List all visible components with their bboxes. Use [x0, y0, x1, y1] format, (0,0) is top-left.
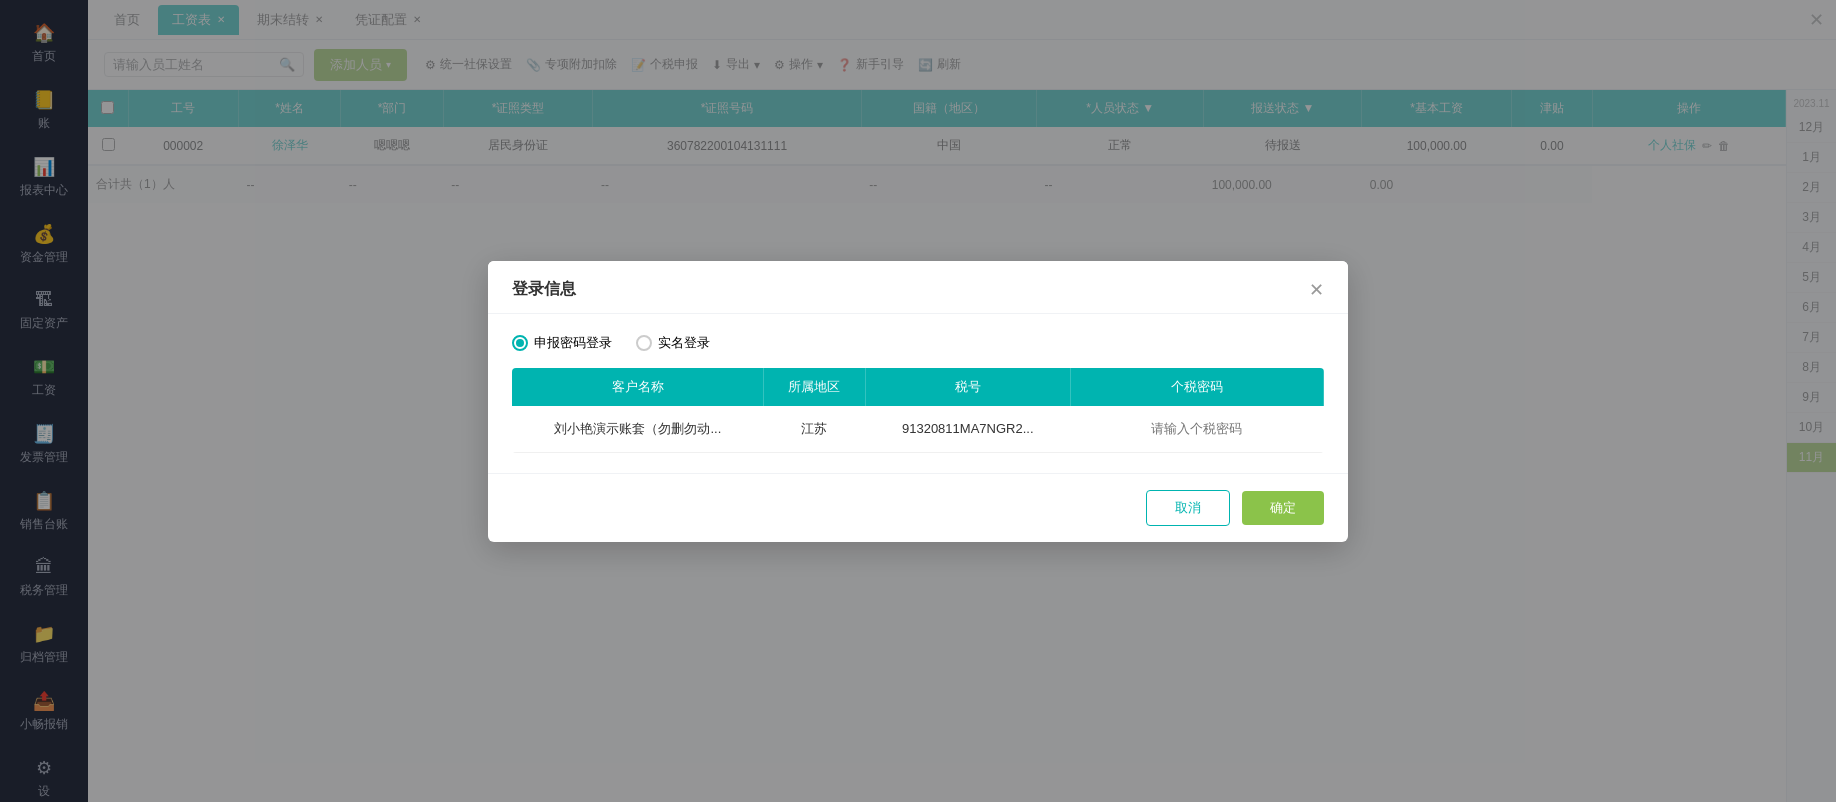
- col-tax-password: 个税密码: [1070, 368, 1323, 406]
- col-client-name: 客户名称: [512, 368, 764, 406]
- confirm-button[interactable]: 确定: [1242, 491, 1324, 525]
- tax-no-cell: 91320811MA7NGR2...: [865, 406, 1070, 453]
- password-input-cell[interactable]: [1070, 406, 1323, 453]
- login-dialog: 登录信息 ✕ 申报密码登录 实名登录 客户名称 所属地区: [488, 261, 1348, 542]
- dialog-title: 登录信息: [512, 279, 576, 300]
- tax-password-input[interactable]: [1082, 421, 1311, 436]
- col-tax-no: 税号: [865, 368, 1070, 406]
- dialog-overlay: 登录信息 ✕ 申报密码登录 实名登录 客户名称 所属地区: [0, 0, 1836, 802]
- dialog-body: 申报密码登录 实名登录 客户名称 所属地区 税号 个税密码: [488, 314, 1348, 473]
- client-name-cell: 刘小艳演示账套（勿删勿动...: [512, 406, 764, 453]
- client-table: 客户名称 所属地区 税号 个税密码 刘小艳演示账套（勿删勿动... 江苏 913…: [512, 368, 1324, 453]
- login-type-radio-group: 申报密码登录 实名登录: [512, 334, 1324, 352]
- dialog-footer: 取消 确定: [488, 473, 1348, 542]
- radio-realname-login[interactable]: 实名登录: [636, 334, 710, 352]
- client-table-row: 刘小艳演示账套（勿删勿动... 江苏 91320811MA7NGR2...: [512, 406, 1324, 453]
- radio-realname-dot: [636, 335, 652, 351]
- cancel-button[interactable]: 取消: [1146, 490, 1230, 526]
- radio-password-login[interactable]: 申报密码登录: [512, 334, 612, 352]
- region-cell: 江苏: [764, 406, 866, 453]
- radio-password-dot: [512, 335, 528, 351]
- dialog-close-button[interactable]: ✕: [1309, 279, 1324, 301]
- dialog-header: 登录信息 ✕: [488, 261, 1348, 314]
- col-region: 所属地区: [764, 368, 866, 406]
